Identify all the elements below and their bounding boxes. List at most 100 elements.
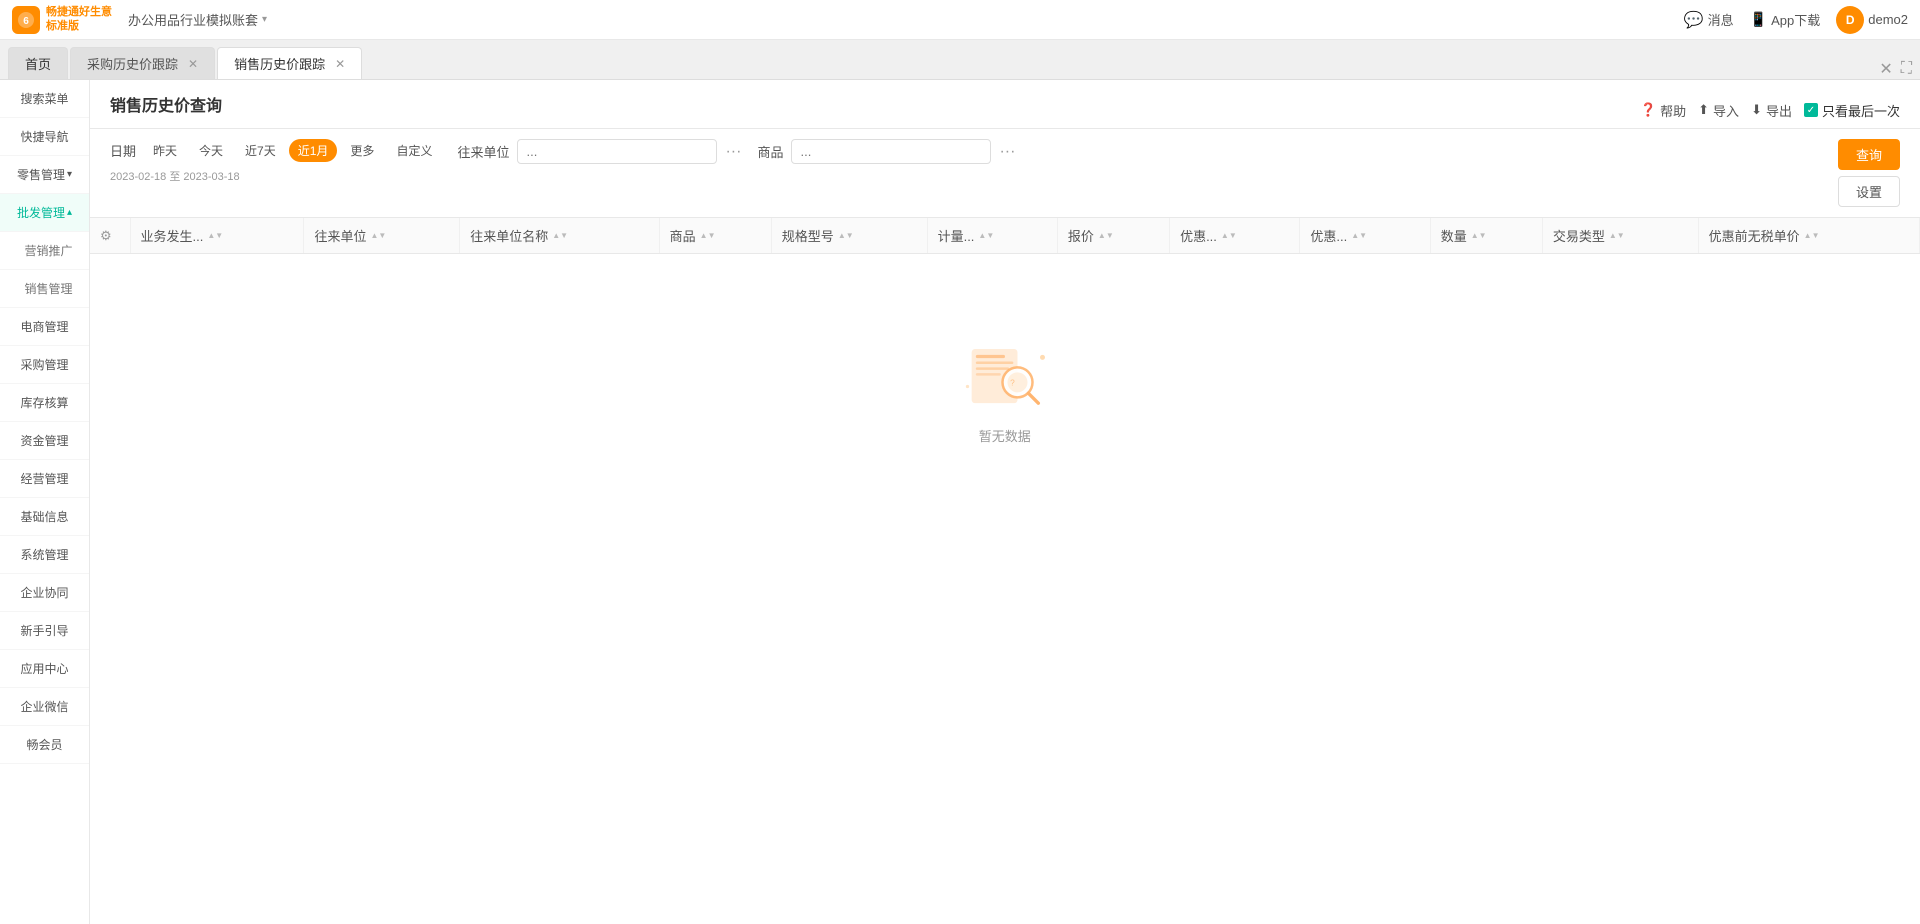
date-btn-custom[interactable]: 自定义	[387, 139, 441, 162]
sort-icon[interactable]: ▲▼	[838, 231, 854, 240]
help-button[interactable]: ❓ 帮助	[1640, 101, 1686, 120]
tab-sales-history-close[interactable]: ✕	[335, 57, 345, 71]
sort-icon[interactable]: ▲▼	[700, 231, 716, 240]
sort-icon[interactable]: ▲▼	[1609, 231, 1625, 240]
th-settings[interactable]: ⚙	[90, 218, 130, 254]
svg-text:6: 6	[23, 16, 29, 27]
chevron-up-icon: ▴	[67, 207, 72, 218]
product-input[interactable]	[791, 139, 991, 164]
sidebar-item-wholesale-mgmt[interactable]: 批发管理 ▴	[0, 194, 89, 232]
import-icon: ⬆	[1698, 102, 1709, 118]
page-actions: ❓ 帮助 ⬆ 导入 ⬇ 导出 只看最后一次	[1640, 101, 1900, 120]
page-header: 销售历史价查询 ❓ 帮助 ⬆ 导入 ⬇ 导出	[90, 80, 1920, 129]
date-btn-more[interactable]: 更多	[341, 139, 383, 162]
logo-icon: 6	[12, 6, 40, 34]
empty-illustration: ?	[955, 334, 1055, 414]
sidebar-item-retail-mgmt[interactable]: 零售管理 ▾	[0, 156, 89, 194]
partner-search-icon[interactable]: ···	[725, 143, 741, 161]
workspace-selector[interactable]: 办公用品行业模拟账套 ▾	[120, 6, 275, 33]
data-table: ⚙ 业务发生... ▲▼ 往来单位 ▲▼	[90, 218, 1920, 525]
topbar-right: 💬 消息 📱 App下载 D demo2	[1684, 6, 1908, 34]
sidebar-item-search-menu[interactable]: 搜索菜单	[0, 80, 89, 118]
message-button[interactable]: 💬 消息	[1684, 10, 1734, 30]
sidebar-item-app-center[interactable]: 应用中心	[0, 650, 89, 688]
empty-text: 暂无数据	[979, 426, 1031, 445]
import-button[interactable]: ⬆ 导入	[1698, 101, 1739, 120]
sort-icon[interactable]: ▲▼	[207, 231, 223, 240]
sidebar: 搜索菜单 快捷导航 零售管理 ▾ 批发管理 ▴ 营销推广 销售管理 电商管理 采…	[0, 80, 90, 924]
sidebar-item-guide[interactable]: 新手引导	[0, 612, 89, 650]
sidebar-item-wechat[interactable]: 企业微信	[0, 688, 89, 726]
only-last-checkbox-label[interactable]: 只看最后一次	[1804, 101, 1900, 120]
sidebar-item-purchase[interactable]: 采购管理	[0, 346, 89, 384]
sidebar-item-finance[interactable]: 资金管理	[0, 422, 89, 460]
partner-input[interactable]	[517, 139, 717, 164]
sidebar-item-enterprise[interactable]: 企业协同	[0, 574, 89, 612]
settings-button[interactable]: 设置	[1838, 176, 1900, 207]
tab-home[interactable]: 首页	[8, 47, 68, 79]
th-partner-code: 往来单位 ▲▼	[304, 218, 460, 254]
tab-purchase-history[interactable]: 采购历史价跟踪 ✕	[70, 47, 215, 79]
export-button[interactable]: ⬇ 导出	[1751, 101, 1792, 120]
th-trade-type: 交易类型 ▲▼	[1542, 218, 1698, 254]
workspace-label: 办公用品行业模拟账套	[128, 10, 258, 29]
sort-icon[interactable]: ▲▼	[1804, 231, 1820, 240]
tab-purchase-history-close[interactable]: ✕	[188, 57, 198, 71]
date-btn-yesterday[interactable]: 昨天	[144, 139, 186, 162]
date-label: 日期	[110, 141, 136, 160]
sidebar-item-basic-info[interactable]: 基础信息	[0, 498, 89, 536]
sort-icon[interactable]: ▲▼	[1098, 231, 1114, 240]
sidebar-item-system[interactable]: 系统管理	[0, 536, 89, 574]
sort-icon[interactable]: ▲▼	[978, 231, 994, 240]
th-spec: 规格型号 ▲▼	[771, 218, 927, 254]
th-discount1: 优惠... ▲▼	[1170, 218, 1300, 254]
th-unit: 计量... ▲▼	[927, 218, 1057, 254]
sort-icon[interactable]: ▲▼	[552, 231, 568, 240]
query-button[interactable]: 查询	[1838, 139, 1900, 170]
user-menu[interactable]: D demo2	[1836, 6, 1908, 34]
message-icon: 💬	[1684, 10, 1704, 30]
partner-label: 往来单位	[457, 142, 509, 161]
th-product: 商品 ▲▼	[659, 218, 771, 254]
empty-state: ? 暂无数据	[90, 254, 1920, 525]
empty-state-row: ? 暂无数据	[90, 254, 1920, 526]
export-icon: ⬇	[1751, 102, 1762, 118]
table-settings-icon[interactable]: ⚙	[100, 228, 112, 243]
date-btn-last7days[interactable]: 近7天	[236, 139, 285, 162]
product-search-icon[interactable]: ···	[999, 143, 1015, 161]
maximize-window-icon[interactable]: ⛶	[1901, 60, 1912, 78]
th-pre-tax-price: 优惠前无税单价 ▲▼	[1698, 218, 1919, 254]
empty-state-cell: ? 暂无数据	[90, 254, 1920, 526]
page-title-row: 销售历史价查询 ❓ 帮助 ⬆ 导入 ⬇ 导出	[110, 92, 1900, 128]
chevron-down-icon: ▾	[67, 169, 72, 180]
sort-icon[interactable]: ▲▼	[1221, 231, 1237, 240]
content-area: 销售历史价查询 ❓ 帮助 ⬆ 导入 ⬇ 导出	[90, 80, 1920, 924]
table-header-row: ⚙ 业务发生... ▲▼ 往来单位 ▲▼	[90, 218, 1920, 254]
date-buttons: 昨天 今天 近7天 近1月 更多 自定义	[144, 139, 441, 162]
sort-icon[interactable]: ▲▼	[370, 231, 386, 240]
tab-sales-history[interactable]: 销售历史价跟踪 ✕	[217, 47, 362, 79]
svg-text:?: ?	[1010, 378, 1015, 388]
th-qty: 数量 ▲▼	[1430, 218, 1542, 254]
th-biz-date: 业务发生... ▲▼	[130, 218, 304, 254]
sidebar-item-ecommerce[interactable]: 电商管理	[0, 308, 89, 346]
sidebar-item-membership[interactable]: 畅会员	[0, 726, 89, 764]
sidebar-item-quick-nav[interactable]: 快捷导航	[0, 118, 89, 156]
date-filter: 日期 昨天 今天 近7天 近1月 更多 自定义	[110, 139, 441, 162]
date-filter-group: 日期 昨天 今天 近7天 近1月 更多 自定义 2023-02-18 至 202…	[110, 139, 441, 184]
date-btn-today[interactable]: 今天	[190, 139, 232, 162]
sort-icon[interactable]: ▲▼	[1351, 231, 1367, 240]
download-icon: 📱	[1750, 11, 1767, 28]
app-download-button[interactable]: 📱 App下载	[1750, 10, 1821, 29]
sidebar-item-operations[interactable]: 经营管理	[0, 460, 89, 498]
sidebar-item-inventory[interactable]: 库存核算	[0, 384, 89, 422]
sidebar-item-sales-mgmt[interactable]: 销售管理	[0, 270, 89, 308]
avatar: D	[1836, 6, 1864, 34]
th-partner-name: 往来单位名称 ▲▼	[460, 218, 659, 254]
sidebar-item-marketing[interactable]: 营销推广	[0, 232, 89, 270]
logo-text: 畅捷通好生意 标准版	[46, 6, 112, 32]
close-window-icon[interactable]: ✕	[1879, 59, 1892, 79]
date-btn-last1month[interactable]: 近1月	[289, 139, 338, 162]
table-container: ⚙ 业务发生... ▲▼ 往来单位 ▲▼	[90, 218, 1920, 924]
sort-icon[interactable]: ▲▼	[1471, 231, 1487, 240]
